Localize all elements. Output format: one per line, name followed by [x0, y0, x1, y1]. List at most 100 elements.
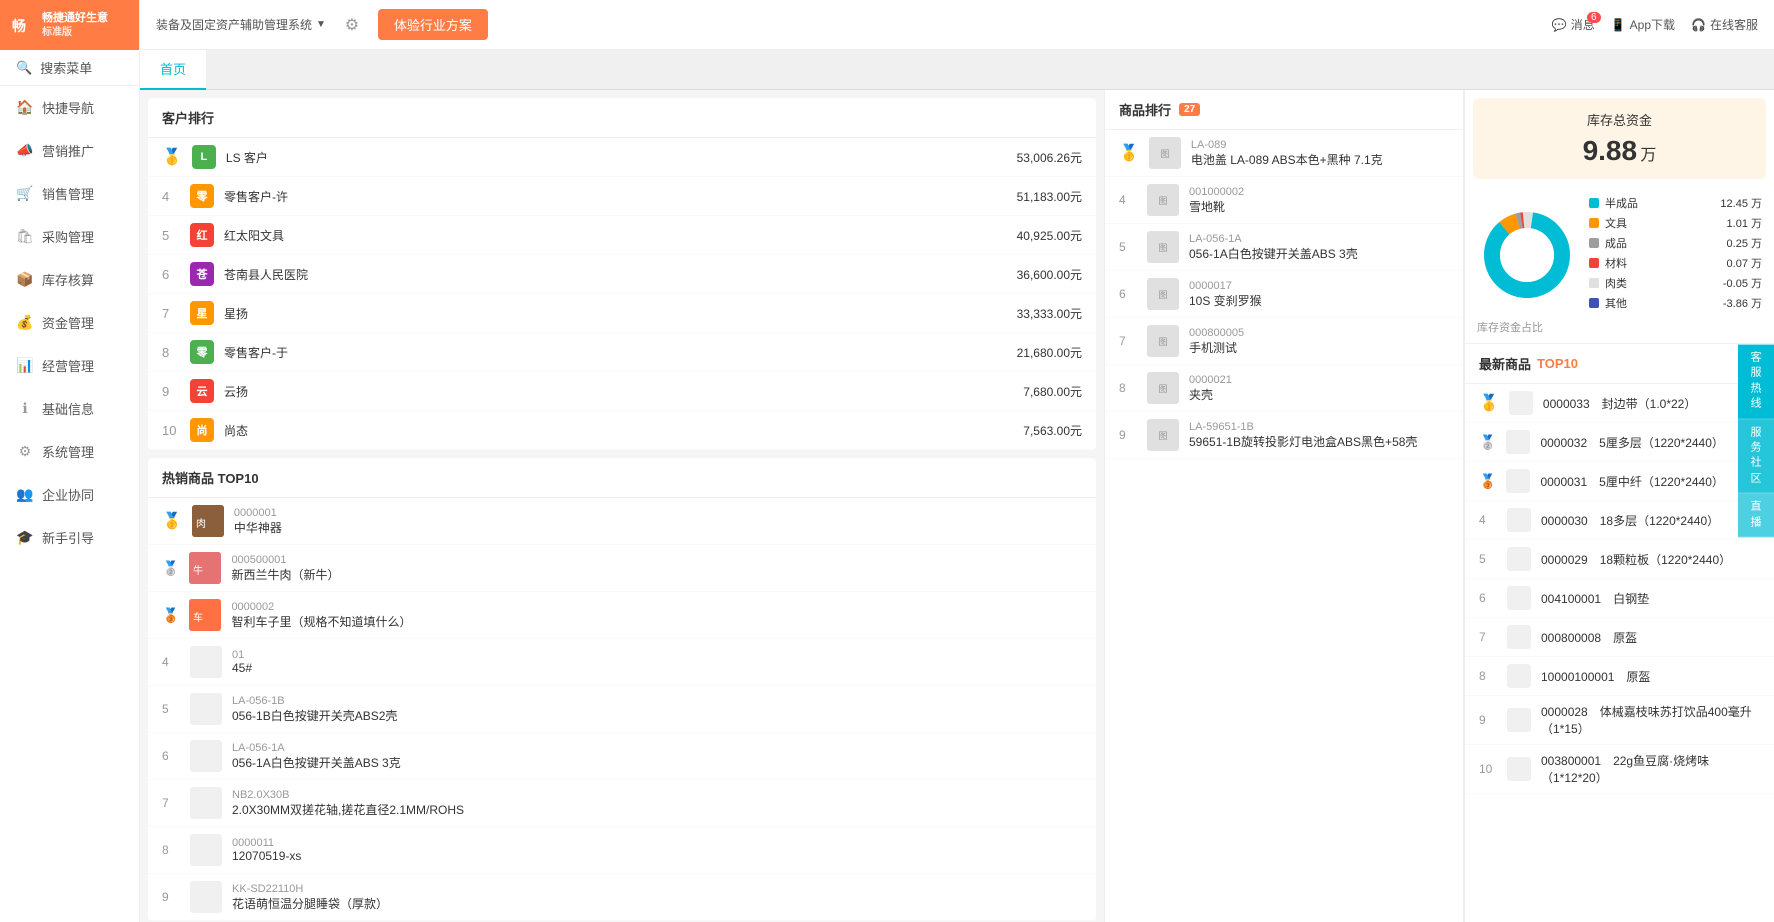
float-btn-hotline[interactable]: 客服热线: [1738, 345, 1774, 420]
app-download-button[interactable]: 📱 App下载: [1611, 16, 1675, 33]
bag-icon: 🛍: [16, 228, 34, 246]
app-download-label: App下载: [1630, 16, 1675, 33]
product-medal-1: 🥇: [1119, 143, 1139, 163]
latest-info-7: 000800008 原盔: [1541, 629, 1760, 646]
message-button[interactable]: 💬 消息 6: [1552, 16, 1595, 33]
megaphone-icon: 📣: [16, 142, 34, 160]
customer-avatar-4: 苍: [190, 262, 214, 286]
rank-num-3: 5: [162, 228, 180, 243]
hot-item-8: 8 0000011 12070519-xs: [148, 827, 1096, 874]
customer-amount-1: 53,006.26元: [1017, 149, 1082, 166]
customer-name-4: 苍南县人民医院: [224, 266, 1007, 283]
latest-img-10: [1507, 757, 1531, 781]
system-title: 装备及固定资产辅助管理系统: [156, 16, 312, 33]
sidebar-item-guide[interactable]: 🎓 新手引导: [0, 516, 139, 559]
sidebar-item-label: 库存核算: [42, 270, 94, 289]
system-title-dropdown[interactable]: 装备及固定资产辅助管理系统 ▼: [156, 16, 326, 33]
sidebar-item-purchase[interactable]: 🛍 采购管理: [0, 215, 139, 258]
product-ranking-title: 商品排行: [1119, 100, 1171, 119]
logo: 畅 畅捷通好生意 标准版: [0, 0, 139, 50]
trial-button[interactable]: 体验行业方案: [378, 9, 488, 40]
sidebar-item-label: 销售管理: [42, 184, 94, 203]
product-ranking-header: 商品排行 27: [1105, 90, 1463, 130]
sidebar-item-label: 资金管理: [42, 313, 94, 332]
sidebar-item-label: 新手引导: [42, 528, 94, 547]
latest-products-section: 最新商品 TOP10 🥇 0000033 封边带（1.0*22） 🥈 00000…: [1465, 343, 1774, 794]
customer-avatar-6: 零: [190, 340, 214, 364]
sidebar-item-collab[interactable]: 👥 企业协同: [0, 473, 139, 516]
rank-num-2: 4: [162, 189, 180, 204]
latest-info-9: 0000028 体械嘉枝味苏打饮品400毫升（1*15）: [1541, 703, 1760, 737]
latest-info-3: 0000031 5厘中纤（1220*2440）: [1540, 473, 1760, 490]
legend-dot-2: [1589, 218, 1599, 228]
sidebar: 畅 畅捷通好生意 标准版 🔍 搜索菜单 🏠 快捷导航 📣 营销推广 🛒 销售管理…: [0, 0, 140, 922]
sidebar-item-inventory[interactable]: 📦 库存核算: [0, 258, 139, 301]
customer-name-7: 云扬: [224, 383, 1013, 400]
latest-products-header: 最新商品 TOP10: [1465, 344, 1774, 384]
topbar-actions: 💬 消息 6 📱 App下载 🎧 在线客服: [1552, 16, 1758, 33]
hot-img-1: 肉: [192, 505, 224, 537]
latest-img-7: [1507, 625, 1531, 649]
customer-name-2: 零售客户-许: [224, 188, 1007, 205]
customer-ranking-section: 客户排行 🥇 L LS 客户 53,006.26元 4 零 零售客户-许: [148, 98, 1096, 450]
legend-item-6: 其他 -3.86 万: [1589, 295, 1762, 311]
tab-home[interactable]: 首页: [140, 50, 206, 90]
rank-item-6: 8 零 零售客户-于 21,680.00元: [148, 333, 1096, 372]
hot-medal-3: 🥉: [162, 607, 179, 624]
hot-products-section: 热销商品 TOP10 🥇 肉 0000001 中华神器 🥈: [148, 458, 1096, 921]
customer-avatar-1: L: [192, 145, 216, 169]
sidebar-item-label: 基础信息: [42, 399, 94, 418]
hot-img-8: [190, 834, 222, 866]
hot-img-3: 车: [189, 599, 221, 631]
sidebar-item-quicknav[interactable]: 🏠 快捷导航: [0, 86, 139, 129]
sidebar-item-system[interactable]: ⚙ 系统管理: [0, 430, 139, 473]
legend-item-3: 成品 0.25 万: [1589, 235, 1762, 251]
product-rank-5: 7 图 000800005 手机测试: [1105, 318, 1463, 365]
product-img-1: 图: [1149, 137, 1181, 169]
latest-info-10: 003800001 22g鱼豆腐·烧烤味（1*12*20）: [1541, 752, 1760, 786]
rank-num-4: 6: [162, 267, 180, 282]
hot-info-4: 01 45#: [232, 649, 1082, 675]
latest-medal-2: 🥈: [1479, 434, 1496, 451]
sidebar-item-basic-info[interactable]: ℹ 基础信息: [0, 387, 139, 430]
float-btn-live[interactable]: 直播: [1738, 494, 1774, 538]
product-img-3: 图: [1147, 231, 1179, 263]
customer-avatar-8: 尚: [190, 418, 214, 442]
legend-item-4: 材料 0.07 万: [1589, 255, 1762, 271]
inventory-chart-section: 半成品 12.45 万 文具 1.01 万 成品 0.25 万: [1465, 187, 1774, 343]
sidebar-item-operations[interactable]: 📊 经营管理: [0, 344, 139, 387]
hot-products-header: 热销商品 TOP10: [148, 458, 1096, 498]
mobile-icon: 📱: [1611, 18, 1626, 32]
logo-version: 标准版: [42, 26, 108, 39]
sidebar-item-finance[interactable]: 💰 资金管理: [0, 301, 139, 344]
latest-item-6: 6 004100001 白钢垫: [1465, 579, 1774, 618]
hot-img-4: [190, 646, 222, 678]
hot-info-7: NB2.0X30B 2.0X30MM双搓花轴,搓花直径2.1MM/ROHS: [232, 789, 1082, 818]
product-ranking-badge: 27: [1179, 103, 1200, 116]
sidebar-item-marketing[interactable]: 📣 营销推广: [0, 129, 139, 172]
online-service-button[interactable]: 🎧 在线客服: [1691, 16, 1758, 33]
product-img-2: 图: [1147, 184, 1179, 216]
customer-name-6: 零售客户-于: [224, 344, 1007, 361]
latest-products-title: 最新商品: [1479, 354, 1531, 373]
inventory-card: 库存总资金 9.88 万: [1473, 98, 1766, 179]
nav-tabs: 首页: [140, 50, 1774, 90]
product-info-7: LA-59651-1B 59651-1B旋转投影灯电池盒ABS黑色+58壳: [1189, 421, 1449, 450]
donut-chart: [1477, 205, 1577, 305]
topbar: 装备及固定资产辅助管理系统 ▼ ⚙ 体验行业方案 💬 消息 6 📱 App下载 …: [140, 0, 1774, 50]
sidebar-item-label: 系统管理: [42, 442, 94, 461]
hot-info-3: 0000002 智利车子里（规格不知道填什么）: [231, 601, 1082, 630]
chevron-down-icon: ▼: [316, 19, 326, 30]
latest-img-8: [1507, 664, 1531, 688]
panel-left: 客户排行 🥇 L LS 客户 53,006.26元 4 零 零售客户-许: [140, 90, 1104, 922]
settings-button[interactable]: ⚙: [338, 11, 366, 39]
sidebar-item-sales[interactable]: 🛒 销售管理: [0, 172, 139, 215]
float-btn-community[interactable]: 服务社区: [1738, 419, 1774, 494]
rank-item-2: 4 零 零售客户-许 51,183.00元: [148, 177, 1096, 216]
hot-info-8: 0000011 12070519-xs: [232, 837, 1082, 863]
product-info-5: 000800005 手机测试: [1189, 327, 1449, 356]
float-buttons: 客服热线 服务社区 直播: [1738, 345, 1774, 538]
product-img-4: 图: [1147, 278, 1179, 310]
headset-icon: 🎧: [1691, 18, 1706, 32]
search-menu[interactable]: 🔍 搜索菜单: [0, 50, 139, 86]
